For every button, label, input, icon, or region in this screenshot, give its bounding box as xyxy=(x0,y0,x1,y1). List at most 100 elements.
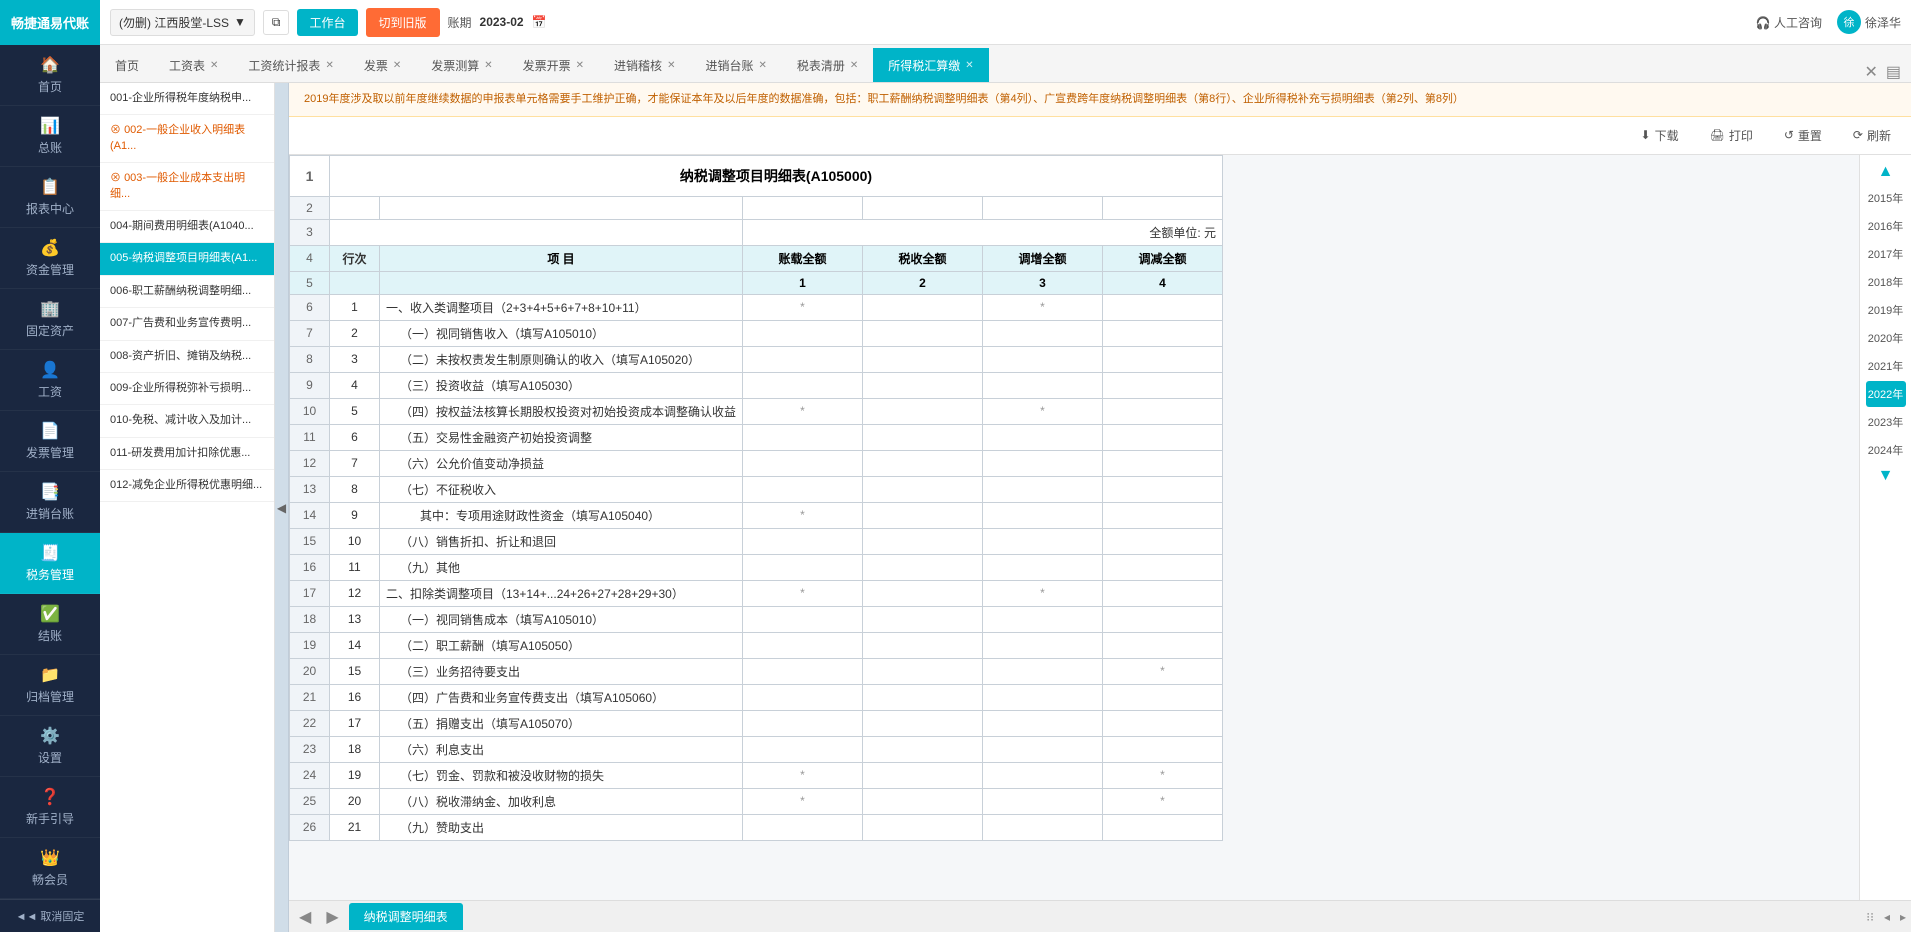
year-2021[interactable]: 2021年 xyxy=(1866,353,1906,379)
sidebar-item-vip[interactable]: 👑 畅会员 xyxy=(0,838,100,899)
settings-icon: ⚙️ xyxy=(40,726,60,746)
sidebar-item-label: 总账 xyxy=(38,139,62,156)
company-selector[interactable]: (勿删) 江西股堂-LSS ▼ xyxy=(110,9,255,36)
unpin-button[interactable]: ◄◄ 取消固定 xyxy=(0,899,100,932)
left-panel-item-010[interactable]: 010-免税、减计收入及加计... xyxy=(100,405,274,437)
left-panel-item-006[interactable]: 006-职工薪酬纳税调整明细... xyxy=(100,276,274,308)
tab-scroll-left-icon[interactable]: ◀ xyxy=(294,907,316,927)
left-panel-item-011[interactable]: 011-研发费用加计扣除优惠... xyxy=(100,438,274,470)
copy-icon-button[interactable]: ⧉ xyxy=(263,10,290,35)
sidebar-item-label: 进销台账 xyxy=(26,505,74,522)
reports-icon: 📋 xyxy=(40,177,60,197)
left-panel-item-008[interactable]: 008-资产折旧、摊销及纳税... xyxy=(100,341,274,373)
tab-invoice[interactable]: 发票✕ xyxy=(349,48,416,82)
finance-icon: 💰 xyxy=(40,238,60,258)
bottom-tab-tax-adjust[interactable]: 纳税调整明细表 xyxy=(349,903,463,930)
tab-close[interactable]: ✕ xyxy=(576,60,584,71)
download-button[interactable]: ⬇ 下载 xyxy=(1633,123,1687,148)
sidebar-item-label: 首页 xyxy=(38,78,62,95)
tab-tax-list[interactable]: 税表清册✕ xyxy=(782,48,873,82)
period-label: 账期 xyxy=(448,14,472,31)
sidebar-item-payroll[interactable]: 👤 工资 xyxy=(0,350,100,411)
tab-close[interactable]: ✕ xyxy=(667,60,675,71)
tab-close[interactable]: ✕ xyxy=(210,60,218,71)
table-row: 20 15 （三）业务招待要支出 * xyxy=(290,658,1223,684)
year-down-icon[interactable]: ▼ xyxy=(1875,464,1897,488)
left-panel-item-001[interactable]: 001-企业所得税年度纳税申... xyxy=(100,83,274,115)
sidebar-item-guide[interactable]: ❓ 新手引导 xyxy=(0,777,100,838)
table-row: 6 1 一、收入类调整项目（2+3+4+5+6+7+8+10+11） * * xyxy=(290,294,1223,320)
sidebar-item-settings[interactable]: ⚙️ 设置 xyxy=(0,716,100,777)
year-2018[interactable]: 2018年 xyxy=(1866,269,1906,295)
left-panel-item-007[interactable]: 007-广告费和业务宣传费明... xyxy=(100,308,274,340)
scroll-left-arrow[interactable]: ◂ xyxy=(1884,910,1890,924)
sheet-info-icon: ⁝⁝ xyxy=(1866,910,1874,924)
year-2016[interactable]: 2016年 xyxy=(1866,213,1906,239)
table-row: 25 20 （八）税收滞纳金、加收利息 * * xyxy=(290,788,1223,814)
sidebar-item-tax[interactable]: 🧾 税务管理 xyxy=(0,533,100,594)
tab-home[interactable]: 首页 xyxy=(100,48,154,82)
tab-payroll-report[interactable]: 工资统计报表✕ xyxy=(233,48,348,82)
more-tabs-icon[interactable]: ▤ xyxy=(1886,62,1901,82)
table-row: 4 行次 项 目 账载全额 税收全额 调增全额 调减全额 xyxy=(290,245,1223,271)
support-button[interactable]: 🎧 人工咨询 xyxy=(1756,14,1822,31)
sidebar-item-label: 发票管理 xyxy=(26,444,74,461)
year-2015[interactable]: 2015年 xyxy=(1866,185,1906,211)
table-row: 10 5 （四）按权益法核算长期股权投资对初始投资成本调整确认收益 * * xyxy=(290,398,1223,424)
sidebar-item-salesledger[interactable]: 📑 进销台账 xyxy=(0,472,100,533)
left-panel-item-005[interactable]: 005-纳税调整项目明细表(A1... xyxy=(100,243,274,275)
sheet-scroll-area[interactable]: 1 纳税调整项目明细表(A105000) 2 3 xyxy=(289,155,1859,901)
sidebar-item-finance[interactable]: 💰 资金管理 xyxy=(0,228,100,289)
table-row: 22 17 （五）捐赠支出（填写A105070） xyxy=(290,710,1223,736)
tab-close[interactable]: ✕ xyxy=(484,60,492,71)
tabbar: 首页 工资表✕ 工资统计报表✕ 发票✕ 发票测算✕ 发票开票✕ 进销稽核✕ 进销… xyxy=(100,45,1911,83)
reset-icon: ↺ xyxy=(1784,128,1794,142)
sheet-table: 1 纳税调整项目明细表(A105000) 2 3 xyxy=(289,155,1223,841)
tab-payroll[interactable]: 工资表✕ xyxy=(154,48,233,82)
reset-button[interactable]: ↺ 重置 xyxy=(1776,123,1830,148)
refresh-button[interactable]: ⟳ 刷新 xyxy=(1845,123,1899,148)
sidebar-item-assets[interactable]: 🏢 固定资产 xyxy=(0,289,100,350)
tab-close[interactable]: ✕ xyxy=(758,60,766,71)
scroll-right-arrow[interactable]: ▸ xyxy=(1900,910,1906,924)
tab-scroll-right-icon[interactable]: ▶ xyxy=(321,907,343,927)
year-2020[interactable]: 2020年 xyxy=(1866,325,1906,351)
year-sidebar: ▲ 2015年 2016年 2017年 2018年 2019年 2020年 20… xyxy=(1859,155,1911,901)
tab-close[interactable]: ✕ xyxy=(850,60,858,71)
tab-close[interactable]: ✕ xyxy=(325,60,333,71)
left-panel-item-009[interactable]: 009-企业所得税弥补亏损明... xyxy=(100,373,274,405)
sidebar-item-home[interactable]: 🏠 首页 xyxy=(0,45,100,106)
sidebar-item-archive[interactable]: 📁 归档管理 xyxy=(0,655,100,716)
workbench-button[interactable]: 工作台 xyxy=(297,9,357,36)
left-panel-item-003[interactable]: ⊗ 003-一般企业成本支出明细... xyxy=(100,163,274,211)
year-up-icon[interactable]: ▲ xyxy=(1875,160,1897,184)
sidebar-item-label: 税务管理 xyxy=(26,566,74,583)
table-row: 21 16 （四）广告费和业务宣传费支出（填写A105060） xyxy=(290,684,1223,710)
sidebar-item-invoice[interactable]: 📄 发票管理 xyxy=(0,411,100,472)
sidebar-item-ledger[interactable]: 📊 总账 xyxy=(0,106,100,167)
tab-sales-check[interactable]: 进销稽核✕ xyxy=(599,48,690,82)
year-2023[interactable]: 2023年 xyxy=(1866,409,1906,435)
tab-sales-ledger[interactable]: 进销台账✕ xyxy=(690,48,781,82)
collapse-handle[interactable]: ◀ xyxy=(275,83,289,932)
sidebar-item-close[interactable]: ✅ 结账 xyxy=(0,594,100,655)
tab-invoice-issue[interactable]: 发票开票✕ xyxy=(508,48,599,82)
close-window-icon[interactable]: ✕ xyxy=(1864,62,1877,82)
user-menu[interactable]: 徐 徐泽华 xyxy=(1837,10,1901,34)
left-panel-item-004[interactable]: 004-期间费用明细表(A1040... xyxy=(100,211,274,243)
calendar-icon[interactable]: 📅 xyxy=(532,15,547,29)
left-panel-item-012[interactable]: 012-减免企业所得税优惠明细... xyxy=(100,470,274,502)
tab-close[interactable]: ✕ xyxy=(965,60,973,71)
old-version-button[interactable]: 切到旧版 xyxy=(366,8,440,37)
year-2017[interactable]: 2017年 xyxy=(1866,241,1906,267)
left-panel-item-002[interactable]: ⊗ 002-一般企业收入明细表(A1... xyxy=(100,115,274,163)
tab-invoice-calc[interactable]: 发票测算✕ xyxy=(416,48,507,82)
year-2022[interactable]: 2022年 xyxy=(1866,381,1906,407)
year-2019[interactable]: 2019年 xyxy=(1866,297,1906,323)
tab-income-tax[interactable]: 所得税汇算缴✕ xyxy=(873,48,988,82)
sidebar-item-reports[interactable]: 📋 报表中心 xyxy=(0,167,100,228)
topbar-right: 🎧 人工咨询 徐 徐泽华 xyxy=(1756,10,1901,34)
tab-close[interactable]: ✕ xyxy=(393,60,401,71)
year-2024[interactable]: 2024年 xyxy=(1866,437,1906,463)
print-button[interactable]: 🖨 打印 xyxy=(1702,123,1761,148)
